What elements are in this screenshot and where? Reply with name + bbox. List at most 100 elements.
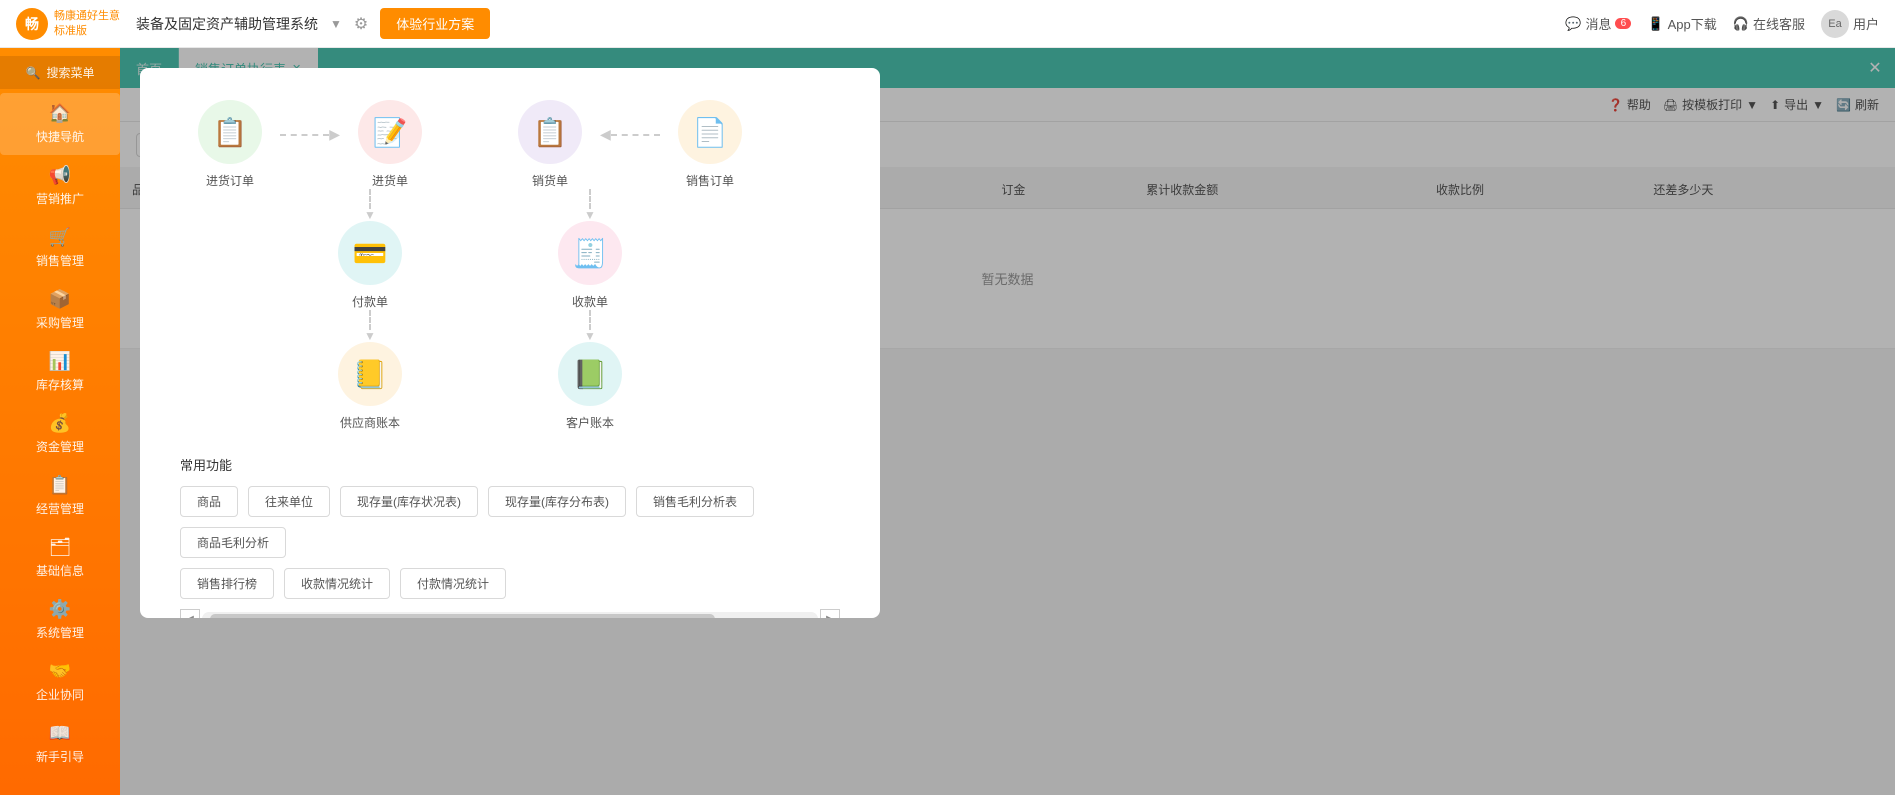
sidebar-item-newbie[interactable]: 📖 新手引导 bbox=[0, 713, 120, 775]
sidebar-item-finance[interactable]: 💰 资金管理 bbox=[0, 403, 120, 465]
flow-node-customer-ledger[interactable]: 📗 客户账本 bbox=[540, 342, 640, 431]
func-btn-product[interactable]: 商品 bbox=[180, 486, 238, 517]
newbie-icon: 📖 bbox=[49, 723, 71, 744]
scroll-left-button[interactable]: ◀ bbox=[180, 609, 200, 618]
finance-icon: 💰 bbox=[49, 413, 71, 434]
func-btn-sales-rank[interactable]: 销售排行榜 bbox=[180, 568, 274, 599]
flow-node-supplier-ledger[interactable]: 📒 供应商账本 bbox=[320, 342, 420, 431]
app-download-item[interactable]: 📱 App下载 bbox=[1647, 14, 1716, 33]
modal-bottom-row: ◀ ▶ bbox=[180, 609, 840, 618]
flow-row2: 💳 付款单 🧾 收款单 bbox=[180, 221, 840, 310]
payment-circle: 💳 bbox=[338, 221, 402, 285]
purchase-icon: 📦 bbox=[49, 289, 71, 310]
flow-node-sales-bill[interactable]: 📋 销货单 bbox=[500, 100, 600, 189]
func-btn-receipt-stats[interactable]: 收款情况统计 bbox=[284, 568, 390, 599]
modal-dialog: 📋 进货订单 ▶ 📝 进货单 📋 bbox=[140, 68, 880, 618]
payment-label: 付款单 bbox=[352, 293, 388, 310]
func-btn-stock-dist[interactable]: 现存量(库存分布表) bbox=[488, 486, 626, 517]
avatar: Ea bbox=[1821, 10, 1849, 38]
marketing-icon: 📢 bbox=[49, 165, 71, 186]
sidebar-item-label: 经营管理 bbox=[36, 500, 84, 517]
sidebar-item-basic-info[interactable]: 🗂 基础信息 bbox=[0, 527, 120, 589]
search-menu-label: 搜索菜单 bbox=[46, 64, 94, 81]
horizontal-scrollbar[interactable] bbox=[202, 612, 818, 618]
sidebar-item-inventory[interactable]: 📊 库存核算 bbox=[0, 341, 120, 403]
arrow-sales-order-to-bill: ◀ bbox=[600, 126, 660, 143]
search-menu-item[interactable]: 🔍 搜索菜单 bbox=[0, 56, 120, 89]
sidebar-item-label: 基础信息 bbox=[36, 562, 84, 579]
flow-row3: 📒 供应商账本 📗 客户账本 bbox=[180, 342, 840, 431]
func-btn-stock-status[interactable]: 现存量(库存状况表) bbox=[340, 486, 478, 517]
flow-node-purchase-order[interactable]: 📋 进货订单 bbox=[180, 100, 280, 189]
purchase-order-circle: 📋 bbox=[198, 100, 262, 164]
sidebar-item-cooperation[interactable]: 🤝 企业协同 bbox=[0, 651, 120, 713]
sidebar-item-label: 系统管理 bbox=[36, 624, 84, 641]
arrow-v-payment: ▼ bbox=[320, 310, 420, 342]
message-item[interactable]: 💬 消息 6 bbox=[1565, 14, 1631, 33]
scroll-thumb bbox=[210, 614, 715, 618]
header-center: 装备及固定资产辅助管理系统 ▼ ⚙ 体验行业方案 bbox=[136, 8, 1565, 39]
sidebar-item-sales[interactable]: 🛒 销售管理 bbox=[0, 217, 120, 279]
supplier-ledger-icon: 📒 bbox=[353, 358, 388, 391]
func-btn-counterpart[interactable]: 往来单位 bbox=[248, 486, 330, 517]
inventory-icon: 📊 bbox=[49, 351, 71, 372]
sidebar-item-label: 企业协同 bbox=[36, 686, 84, 703]
receipt-icon: 🧾 bbox=[573, 237, 608, 270]
purchase-bill-label: 进货单 bbox=[372, 172, 408, 189]
sidebar-item-quick-nav[interactable]: 🏠 快捷导航 bbox=[0, 93, 120, 155]
sidebar-item-label: 库存核算 bbox=[36, 376, 84, 393]
v-arrows-row1: ▼ ▼ bbox=[180, 189, 840, 221]
logo-area: 畅 畅康通好生意 标准版 bbox=[16, 8, 136, 40]
trial-button[interactable]: 体验行业方案 bbox=[380, 8, 490, 39]
sales-order-label: 销售订单 bbox=[686, 172, 734, 189]
sidebar-item-label: 资金管理 bbox=[36, 438, 84, 455]
purchase-bill-icon: 📝 bbox=[373, 116, 408, 149]
arrow-v-purchase-bill: ▼ bbox=[320, 189, 420, 221]
scroll-right-button[interactable]: ▶ bbox=[820, 609, 840, 618]
arrow-v-sales-bill: ▼ bbox=[540, 189, 640, 221]
purchase-bill-circle: 📝 bbox=[358, 100, 422, 164]
online-service-item[interactable]: 🎧 在线客服 bbox=[1733, 14, 1805, 33]
modal-overlay[interactable]: 📋 进货订单 ▶ 📝 进货单 📋 bbox=[120, 48, 1895, 795]
func-btn-product-profit[interactable]: 商品毛利分析 bbox=[180, 527, 286, 558]
flow-node-sales-order[interactable]: 📄 销售订单 bbox=[660, 100, 760, 189]
operations-icon: 📋 bbox=[49, 475, 71, 496]
func-btn-payment-stats[interactable]: 付款情况统计 bbox=[400, 568, 506, 599]
flow-node-receipt[interactable]: 🧾 收款单 bbox=[540, 221, 640, 310]
logo-icon: 畅 bbox=[16, 8, 48, 40]
system-title: 装备及固定资产辅助管理系统 bbox=[136, 14, 318, 34]
home-icon: 🏠 bbox=[49, 103, 71, 124]
gear-icon[interactable]: ⚙ bbox=[354, 14, 368, 34]
sidebar-item-label: 新手引导 bbox=[36, 748, 84, 765]
basic-info-icon: 🗂 bbox=[49, 537, 72, 558]
purchase-order-label: 进货订单 bbox=[206, 172, 254, 189]
arrow-purchase-order-to-bill: ▶ bbox=[280, 126, 340, 143]
sidebar-item-label: 快捷导航 bbox=[36, 128, 84, 145]
func-btn-sales-profit[interactable]: 销售毛利分析表 bbox=[636, 486, 754, 517]
sidebar-item-operations[interactable]: 📋 经营管理 bbox=[0, 465, 120, 527]
message-icon: 💬 bbox=[1565, 16, 1581, 32]
dropdown-arrow-icon[interactable]: ▼ bbox=[330, 17, 342, 31]
customer-ledger-icon: 📗 bbox=[573, 358, 608, 391]
sidebar-item-purchase[interactable]: 📦 采购管理 bbox=[0, 279, 120, 341]
sales-bill-circle: 📋 bbox=[518, 100, 582, 164]
top-header: 畅 畅康通好生意 标准版 装备及固定资产辅助管理系统 ▼ ⚙ 体验行业方案 💬 … bbox=[0, 0, 1895, 48]
search-icon: 🔍 bbox=[26, 66, 41, 80]
purchase-order-icon: 📋 bbox=[213, 116, 248, 149]
func-row-2: 销售排行榜 收款情况统计 付款情况统计 bbox=[180, 568, 840, 599]
supplier-ledger-circle: 📒 bbox=[338, 342, 402, 406]
user-item[interactable]: Ea 用户 bbox=[1821, 10, 1879, 38]
sidebar-item-marketing[interactable]: 📢 营销推广 bbox=[0, 155, 120, 217]
flow-node-purchase-bill[interactable]: 📝 进货单 bbox=[340, 100, 440, 189]
flow-node-payment[interactable]: 💳 付款单 bbox=[320, 221, 420, 310]
header-right: 💬 消息 6 📱 App下载 🎧 在线客服 Ea 用户 bbox=[1565, 10, 1879, 38]
app-download-icon: 📱 bbox=[1647, 16, 1663, 32]
system-icon: ⚙️ bbox=[49, 599, 71, 620]
sidebar: 🔍 搜索菜单 🏠 快捷导航 📢 营销推广 🛒 销售管理 📦 采购管理 📊 库存核… bbox=[0, 48, 120, 795]
customer-ledger-circle: 📗 bbox=[558, 342, 622, 406]
common-functions-title: 常用功能 bbox=[180, 455, 840, 474]
v-arrows-row2: ▼ ▼ bbox=[180, 310, 840, 342]
sidebar-item-system[interactable]: ⚙️ 系统管理 bbox=[0, 589, 120, 651]
payment-icon: 💳 bbox=[353, 237, 388, 270]
customer-ledger-label: 客户账本 bbox=[566, 414, 614, 431]
